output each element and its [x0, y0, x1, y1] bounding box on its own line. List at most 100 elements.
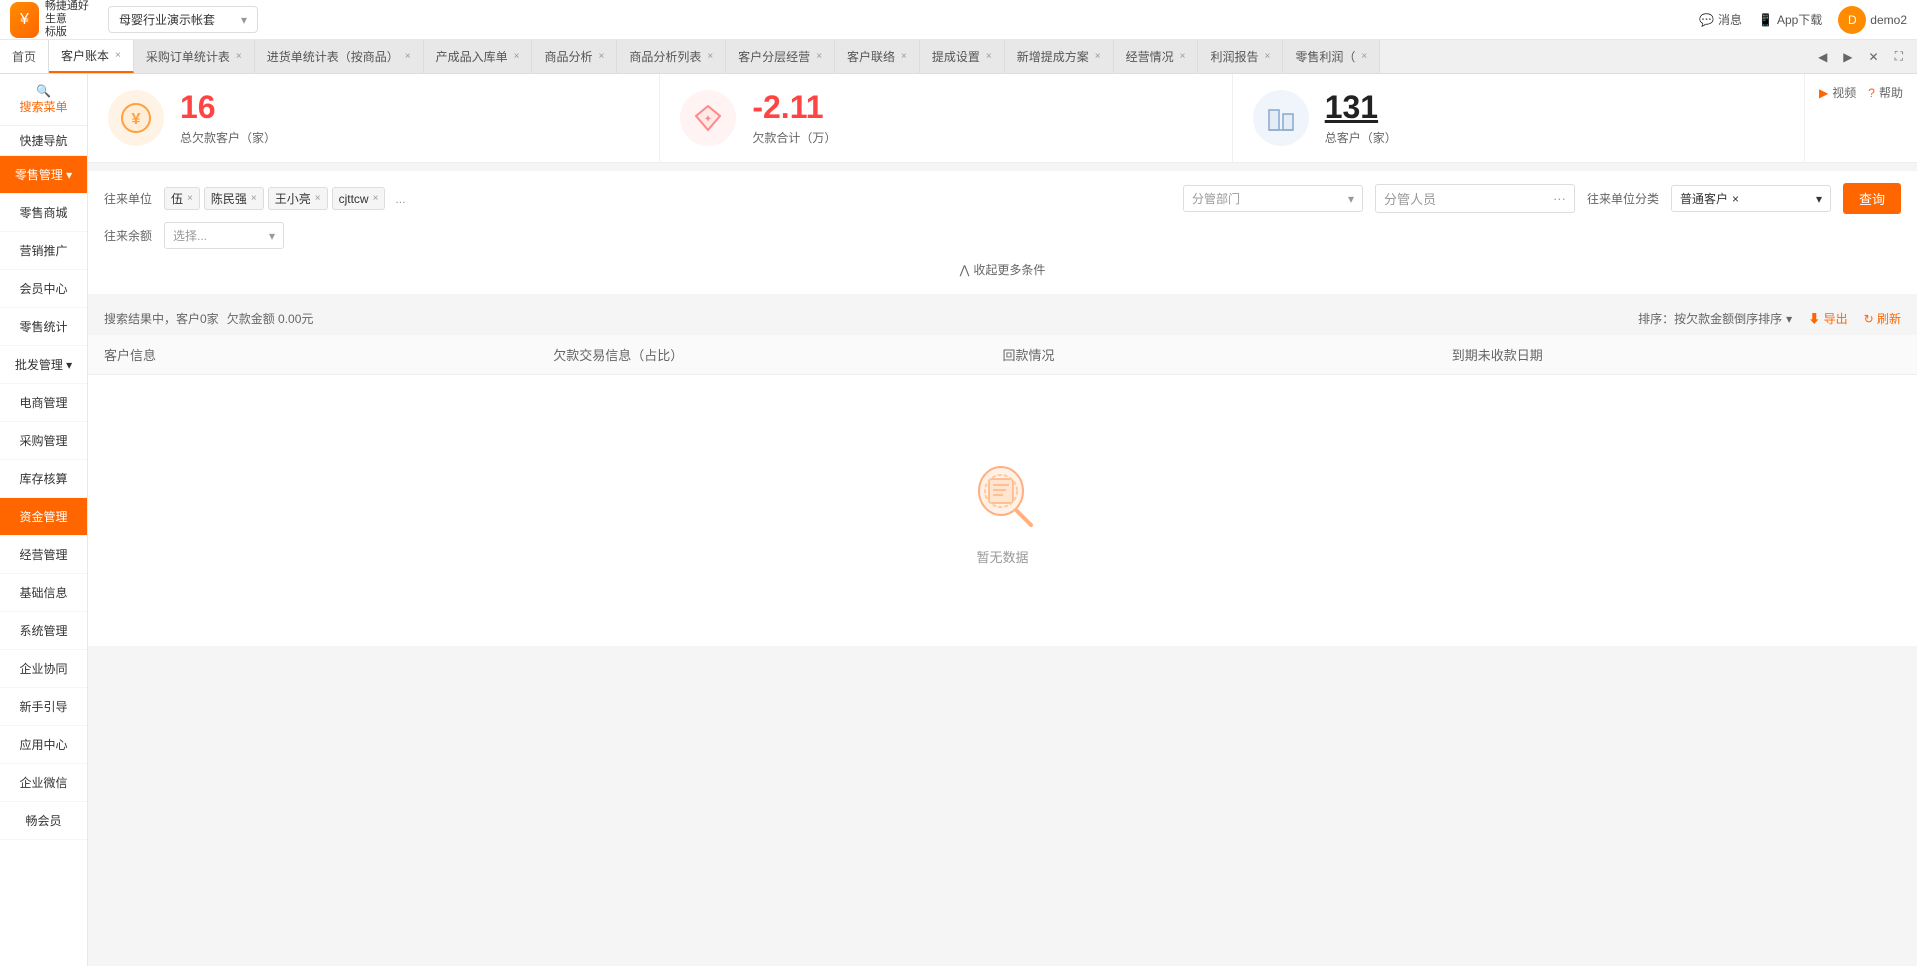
remainder-label: 往来余额	[104, 227, 152, 244]
sidebar-item-basic-info[interactable]: 基础信息	[0, 574, 87, 612]
collapse-button[interactable]: ⋀ 收起更多条件	[948, 257, 1058, 282]
sidebar-item-business[interactable]: 经营管理	[0, 536, 87, 574]
close-icon[interactable]: ×	[901, 51, 907, 62]
logo-text: 畅捷通好生意 标版	[45, 0, 98, 39]
sidebar-item-enterprise[interactable]: 企业协同	[0, 650, 87, 688]
sidebar-item-purchase[interactable]: 采购管理	[0, 422, 87, 460]
tab-finished-goods[interactable]: 产成品入库单 ×	[424, 40, 533, 73]
user-avatar[interactable]: D demo2	[1838, 6, 1907, 34]
results-bar: 搜索结果中，客户0家 欠款金额 0.00元 排序：按欠款金额倒序排序 ▾ ⬇ 导…	[88, 302, 1917, 335]
filter-tag-wu: 伍 ×	[164, 187, 200, 210]
stat-action-area: ▶ 视频 ? 帮助	[1805, 74, 1917, 162]
tab-customer-ledger[interactable]: 客户账本 ×	[49, 40, 134, 73]
close-icon[interactable]: ×	[707, 51, 713, 62]
close-icon[interactable]: ×	[405, 51, 411, 62]
tab-customer-contact[interactable]: 客户联络 ×	[835, 40, 920, 73]
empty-state: 暂无数据	[88, 375, 1917, 646]
content-area: ¥ 16 总欠款客户（家）	[88, 74, 1917, 966]
tab-commission-setting[interactable]: 提成设置 ×	[920, 40, 1005, 73]
stat-total-debt: ✦ -2.11 欠款合计（万）	[660, 74, 1232, 162]
tab-profit-report[interactable]: 利润报告 ×	[1198, 40, 1283, 73]
stat-value-debt: -2.11	[752, 90, 836, 125]
tab-purchase-stats[interactable]: 进货单统计表（按商品） ×	[255, 40, 424, 73]
classify-filter[interactable]: 普通客户 × ▾	[1671, 185, 1831, 212]
table-header: 客户信息 欠款交易信息（占比） 回款情况 到期未收款日期	[88, 335, 1917, 375]
close-icon[interactable]: ×	[236, 51, 242, 62]
remove-tag-cjttcw[interactable]: ×	[373, 193, 379, 204]
remainder-filter[interactable]: 选择... ▾	[164, 222, 284, 249]
logo-icon: ¥	[10, 2, 39, 38]
sidebar-item-system[interactable]: 系统管理	[0, 612, 87, 650]
close-icon[interactable]: ×	[514, 51, 520, 62]
sort-arrow-icon: ▾	[1786, 312, 1792, 326]
tab-home[interactable]: 首页	[0, 40, 49, 73]
tab-customer-layer[interactable]: 客户分层经营 ×	[726, 40, 835, 73]
person-more-icon[interactable]: ···	[1553, 191, 1566, 206]
close-icon[interactable]: ×	[1180, 51, 1186, 62]
filter-row-1: 往来单位 伍 × 陈民强 × 王小亮 × cjttcw	[104, 183, 1901, 214]
export-button[interactable]: ⬇ 导出	[1808, 310, 1847, 327]
close-icon[interactable]: ×	[986, 51, 992, 62]
sidebar-item-retail-stats[interactable]: 零售统计	[0, 308, 87, 346]
sidebar-quick-nav[interactable]: 快捷导航	[0, 126, 87, 156]
sidebar-item-inventory[interactable]: 库存核算	[0, 460, 87, 498]
refresh-button[interactable]: ↻ 刷新	[1864, 310, 1901, 327]
remove-tag-wu[interactable]: ×	[187, 193, 193, 204]
close-icon[interactable]: ×	[1095, 51, 1101, 62]
tab-purchase-order[interactable]: 采购订单统计表 ×	[134, 40, 255, 73]
col-debt-info: 欠款交易信息（占比）	[553, 345, 1002, 364]
main-layout: 🔍 搜索菜单 快捷导航 零售管理 ▾ 零售商城 营销推广 会员中心 零售统计 批…	[0, 74, 1917, 966]
tab-goods-analysis-list[interactable]: 商品分析列表 ×	[617, 40, 726, 73]
app-download-btn[interactable]: 📱 App下载	[1758, 11, 1822, 28]
remove-tag-chen[interactable]: ×	[251, 193, 257, 204]
close-icon[interactable]: ×	[115, 50, 121, 61]
remove-tag-wang[interactable]: ×	[315, 193, 321, 204]
message-btn[interactable]: 💬 消息	[1699, 11, 1742, 28]
remainder-arrow-icon: ▾	[269, 229, 275, 243]
sidebar-item-retail-mall[interactable]: 零售商城	[0, 194, 87, 232]
help-btn[interactable]: ? 帮助	[1868, 84, 1903, 101]
sidebar-item-member[interactable]: 会员中心	[0, 270, 87, 308]
sidebar-item-retail[interactable]: 零售管理 ▾	[0, 156, 87, 194]
video-btn[interactable]: ▶ 视频	[1819, 84, 1856, 101]
close-icon[interactable]: ×	[1361, 51, 1367, 62]
tab-business-status[interactable]: 经营情况 ×	[1114, 40, 1199, 73]
close-icon[interactable]: ×	[598, 51, 604, 62]
tab-goods-analysis[interactable]: 商品分析 ×	[532, 40, 617, 73]
stat-total-customers: ¥ 16 总欠款客户（家）	[88, 74, 660, 162]
filter-tags: 伍 × 陈民强 × 王小亮 × cjttcw ×	[164, 187, 1171, 210]
stats-bar: ¥ 16 总欠款客户（家）	[88, 74, 1917, 163]
chevron-down-icon: ▾	[241, 13, 247, 27]
sidebar-item-marketing[interactable]: 营销推广	[0, 232, 87, 270]
filter-tag-more[interactable]: ...	[389, 187, 411, 210]
stat-value-all-customers: 131	[1325, 90, 1397, 125]
dept-filter[interactable]: 分管部门 ▾	[1183, 185, 1363, 212]
sidebar-item-app-center[interactable]: 应用中心	[0, 726, 87, 764]
tab-close-all-btn[interactable]: ✕	[1863, 48, 1885, 66]
tab-retail-profit[interactable]: 零售利润（ ×	[1283, 40, 1380, 73]
sidebar-item-wechat[interactable]: 企业微信	[0, 764, 87, 802]
tab-nav-actions: ◀ ▶ ✕ ⛶	[1804, 47, 1917, 66]
stat-value-customers: 16	[180, 90, 276, 125]
person-filter[interactable]: 分管人员 ···	[1375, 184, 1575, 213]
tab-new-commission[interactable]: 新增提成方案 ×	[1005, 40, 1114, 73]
collapse-row: ⋀ 收起更多条件	[104, 257, 1901, 282]
stat-label-all-customers: 总客户（家）	[1325, 129, 1397, 146]
search-button[interactable]: 查询	[1843, 183, 1901, 214]
sidebar-item-ecommerce[interactable]: 电商管理	[0, 384, 87, 422]
sidebar-item-wholesale[interactable]: 批发管理 ▾	[0, 346, 87, 384]
sidebar-search[interactable]: 🔍 搜索菜单	[0, 74, 87, 126]
sidebar-item-member2[interactable]: 畅会员	[0, 802, 87, 840]
store-selector[interactable]: 母婴行业演示帐套 ▾	[108, 6, 258, 33]
remove-classify[interactable]: ×	[1732, 192, 1739, 206]
sidebar-item-finance[interactable]: 资金管理	[0, 498, 87, 536]
sidebar-item-guide[interactable]: 新手引导	[0, 688, 87, 726]
tab-next-btn[interactable]: ▶	[1837, 48, 1858, 66]
close-icon[interactable]: ×	[1264, 51, 1270, 62]
sort-selector[interactable]: 排序：按欠款金额倒序排序 ▾	[1638, 310, 1792, 327]
stat-label-debt: 欠款合计（万）	[752, 129, 836, 146]
stat-total-all-customers: 131 总客户（家）	[1233, 74, 1805, 162]
tab-prev-btn[interactable]: ◀	[1812, 48, 1833, 66]
close-icon[interactable]: ×	[816, 51, 822, 62]
tab-fullscreen-btn[interactable]: ⛶	[1889, 47, 1909, 66]
